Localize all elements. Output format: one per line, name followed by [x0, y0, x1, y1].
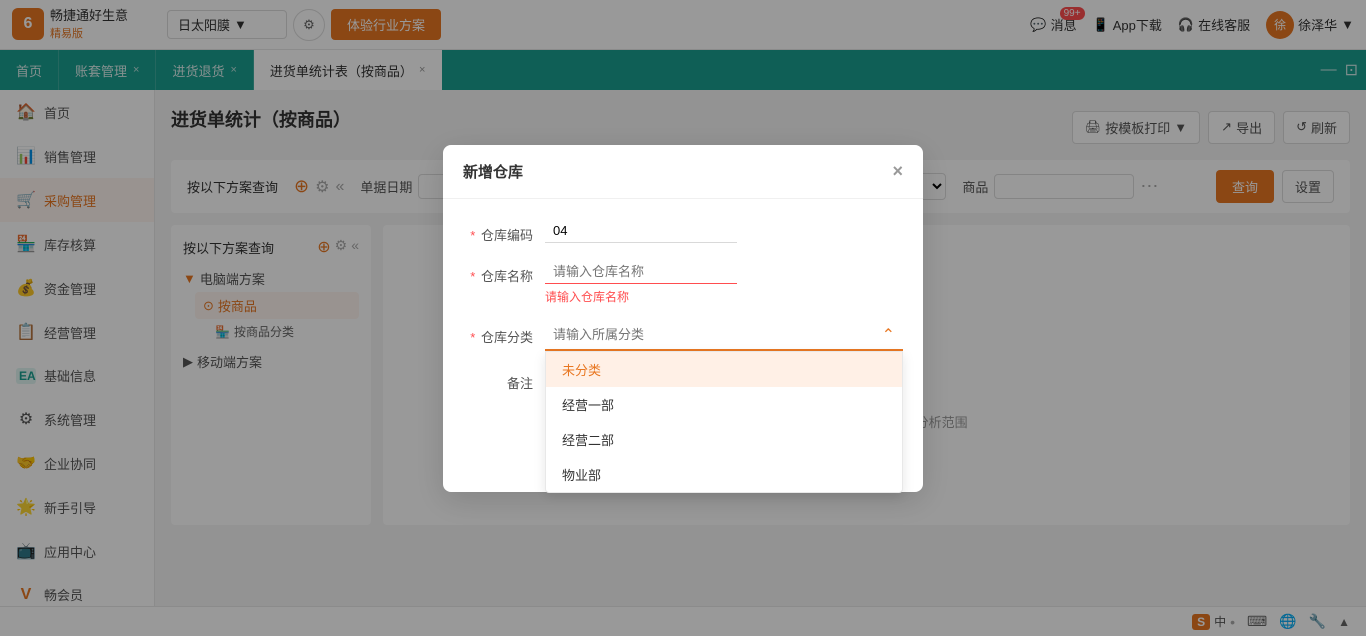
- dropdown-item-ops1[interactable]: 经营一部: [546, 387, 902, 422]
- name-error-msg: 请输入仓库名称: [545, 288, 903, 305]
- new-warehouse-modal: 新增仓库 × * 仓库编码 * 仓库名称: [443, 145, 923, 492]
- name-label: * 仓库名称: [463, 260, 533, 285]
- form-row-code: * 仓库编码: [463, 219, 903, 244]
- note-label: 备注: [463, 367, 533, 392]
- dropdown-item-uncategorized[interactable]: 未分类: [546, 352, 902, 387]
- name-input[interactable]: [545, 260, 737, 284]
- modal-body: * 仓库编码 * 仓库名称 请输入仓库名称: [443, 199, 923, 428]
- category-input[interactable]: [553, 327, 882, 342]
- category-input-row: ⌃: [545, 321, 903, 351]
- name-wrapper: 请输入仓库名称: [545, 260, 903, 305]
- category-label: * 仓库分类: [463, 321, 533, 346]
- category-chevron-icon[interactable]: ⌃: [882, 325, 895, 345]
- dropdown-item-ops2[interactable]: 经营二部: [546, 422, 902, 457]
- code-wrapper: [545, 219, 903, 243]
- modal-close-button[interactable]: ×: [892, 161, 903, 182]
- modal-overlay: 新增仓库 × * 仓库编码 * 仓库名称: [0, 0, 1366, 636]
- form-row-name: * 仓库名称 请输入仓库名称: [463, 260, 903, 305]
- code-input[interactable]: [545, 219, 737, 243]
- form-row-category: * 仓库分类 ⌃ 未分类 经营一部 经营二部 物业部: [463, 321, 903, 351]
- modal-header: 新增仓库 ×: [443, 145, 923, 199]
- code-label: * 仓库编码: [463, 219, 533, 244]
- category-wrapper: ⌃ 未分类 经营一部 经营二部 物业部: [545, 321, 903, 351]
- modal-title: 新增仓库: [463, 161, 523, 182]
- category-dropdown: 未分类 经营一部 经营二部 物业部: [545, 351, 903, 493]
- dropdown-item-property[interactable]: 物业部: [546, 457, 902, 492]
